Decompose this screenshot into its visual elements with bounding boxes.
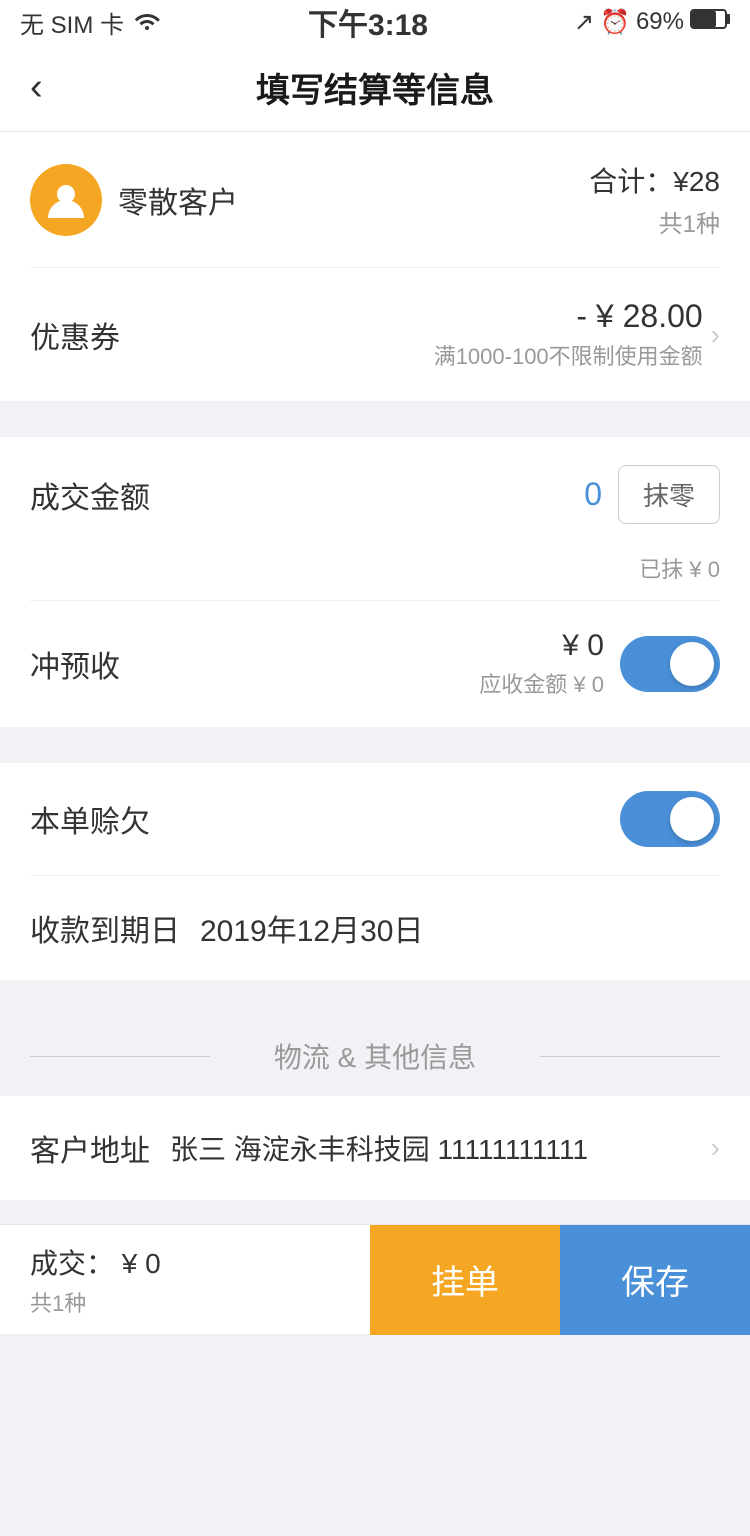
round-button[interactable]: 抹零 [618, 465, 720, 524]
battery-icon [690, 8, 730, 36]
deal-amount: ¥ 0 [122, 1248, 161, 1279]
debt-toggle[interactable] [620, 791, 720, 847]
status-right: ↗ ⏰ 69% [574, 8, 730, 37]
wifi-icon [132, 8, 162, 37]
transaction-amount-row: 成交金额 0 抹零 [0, 437, 750, 552]
due-date-label: 收款到期日 [30, 906, 180, 950]
address-value: 张三 海淀永丰科技园 11111111111 [170, 1128, 711, 1168]
chevron-right-icon: › [711, 319, 720, 351]
logistics-header: 物流 & 其他信息 [0, 1016, 750, 1096]
customer-right: 合计：¥28 共1种 [589, 160, 720, 239]
customer-row: 零散客户 合计：¥28 共1种 [0, 132, 750, 267]
customer-total: 合计：¥28 [589, 160, 720, 200]
location-icon: ↗ [574, 8, 594, 37]
sim-label: 无 SIM 卡 [20, 5, 124, 40]
prepay-amount: ¥ 0 [479, 629, 604, 663]
customer-left: 零散客户 [30, 164, 238, 236]
coupon-value-block: - ¥ 28.00 满1000-100不限制使用金额 [434, 298, 703, 371]
transaction-right: 0 抹零 [584, 465, 720, 524]
section-separator-3 [0, 996, 750, 1016]
due-date-row: 收款到期日 2019年12月30日 [0, 876, 750, 980]
transaction-value[interactable]: 0 [584, 476, 602, 513]
status-bar: 无 SIM 卡 下午3:18 ↗ ⏰ 69% [0, 0, 750, 44]
bottom-count: 共1种 [30, 1286, 340, 1318]
status-left: 无 SIM 卡 [20, 5, 162, 40]
nav-title: 填写结算等信息 [256, 63, 494, 112]
section-separator-1 [0, 417, 750, 437]
coupon-discount: - ¥ 28.00 [434, 298, 703, 335]
prepay-values: ¥ 0 应收金额 ¥ 0 [479, 629, 604, 699]
back-button[interactable]: ‹ [30, 66, 43, 109]
customer-avatar [30, 164, 102, 236]
customer-section: 零散客户 合计：¥28 共1种 优惠券 - ¥ 28.00 满1000-100不… [0, 132, 750, 401]
debt-right [620, 791, 720, 847]
transaction-sub: 已抹 ¥ 0 [639, 557, 720, 582]
deal-label: 成交： [30, 1248, 114, 1279]
customer-name: 零散客户 [118, 178, 238, 222]
coupon-label: 优惠券 [30, 313, 120, 357]
bottom-bar: 成交： ¥ 0 共1种 挂单 保存 [0, 1224, 750, 1334]
bottom-deal: 成交： ¥ 0 [30, 1242, 340, 1282]
debt-row: 本单赊欠 [0, 763, 750, 875]
save-button[interactable]: 保存 [560, 1225, 750, 1335]
coupon-description: 满1000-100不限制使用金额 [434, 339, 703, 371]
prepay-row: 冲预收 ¥ 0 应收金额 ¥ 0 [0, 601, 750, 727]
logistics-title: 物流 & 其他信息 [254, 1042, 496, 1073]
status-time: 下午3:18 [308, 0, 428, 44]
debt-section: 本单赊欠 收款到期日 2019年12月30日 [0, 763, 750, 980]
battery-label: 69% [636, 8, 684, 36]
prepay-label: 冲预收 [30, 642, 120, 686]
prepay-right: ¥ 0 应收金额 ¥ 0 [479, 629, 720, 699]
address-section: 客户地址 张三 海淀永丰科技园 11111111111 › [0, 1096, 750, 1200]
prepay-sub: 应收金额 ¥ 0 [479, 667, 604, 699]
coupon-row[interactable]: 优惠券 - ¥ 28.00 满1000-100不限制使用金额 › [0, 268, 750, 401]
address-label: 客户地址 [30, 1126, 150, 1170]
transaction-section: 成交金额 0 抹零 已抹 ¥ 0 冲预收 ¥ 0 应收金额 ¥ 0 [0, 437, 750, 727]
pending-button[interactable]: 挂单 [370, 1225, 560, 1335]
coupon-right: - ¥ 28.00 满1000-100不限制使用金额 › [434, 298, 720, 371]
section-separator-2 [0, 743, 750, 763]
customer-count: 共1种 [589, 204, 720, 239]
address-chevron-icon: › [711, 1132, 720, 1164]
bottom-summary: 成交： ¥ 0 共1种 [0, 1242, 370, 1318]
prepay-toggle[interactable] [620, 636, 720, 692]
address-row[interactable]: 客户地址 张三 海淀永丰科技园 11111111111 › [0, 1096, 750, 1200]
transaction-label: 成交金额 [30, 473, 150, 517]
alarm-icon: ⏰ [600, 8, 630, 37]
nav-bar: ‹ 填写结算等信息 [0, 44, 750, 132]
debt-label: 本单赊欠 [30, 797, 150, 841]
due-date-value[interactable]: 2019年12月30日 [200, 906, 423, 950]
